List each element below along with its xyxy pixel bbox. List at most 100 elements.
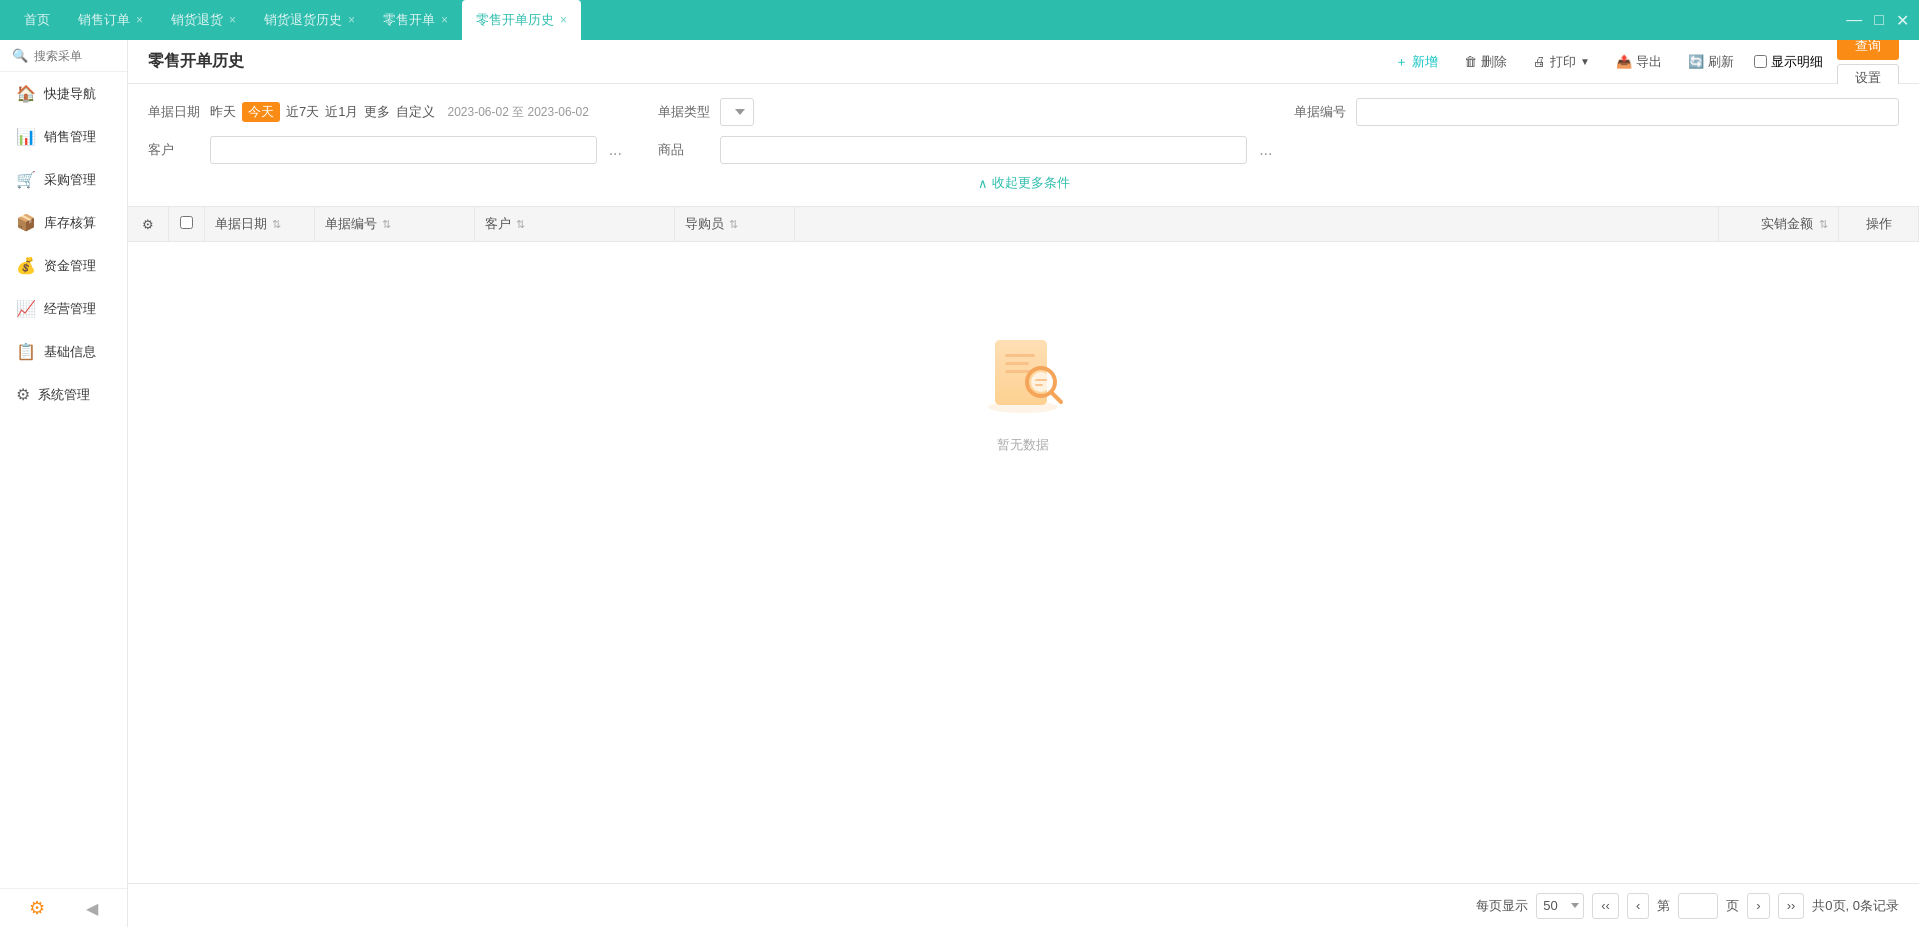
sidebar-item-label: 库存核算 bbox=[44, 214, 96, 232]
select-all-checkbox[interactable] bbox=[180, 216, 193, 229]
sidebar-item-label: 销售管理 bbox=[44, 128, 96, 146]
filter-doc-no: 单据编号 bbox=[1294, 98, 1900, 126]
filter-doc-type: 单据类型 bbox=[658, 98, 1264, 126]
query-button[interactable]: 查询 bbox=[1837, 40, 1899, 60]
svg-rect-9 bbox=[1035, 379, 1047, 381]
th-gear[interactable]: ⚙ bbox=[128, 207, 168, 242]
doc-type-label: 单据类型 bbox=[658, 103, 714, 121]
tab-retail-open-history-close[interactable]: × bbox=[560, 13, 567, 27]
gear-icon: ⚙ bbox=[142, 217, 154, 232]
total-info: 共0页, 0条记录 bbox=[1812, 897, 1899, 915]
doc-no-input[interactable] bbox=[1356, 98, 1900, 126]
sidebar-item-label: 经营管理 bbox=[44, 300, 96, 318]
shortcut-more[interactable]: 更多 bbox=[364, 103, 390, 121]
maximize-button[interactable]: □ bbox=[1874, 11, 1884, 29]
refresh-label: 刷新 bbox=[1708, 53, 1734, 71]
th-amount[interactable]: 实销金额 ⇅ bbox=[1719, 207, 1839, 242]
goods-pick-icon[interactable]: ... bbox=[1253, 141, 1278, 159]
sidebar-item-sys-mgmt[interactable]: ⚙ 系统管理 bbox=[0, 373, 127, 416]
doc-no-label: 单据编号 bbox=[1294, 103, 1350, 121]
minimize-button[interactable]: — bbox=[1846, 11, 1862, 29]
tab-retail-open[interactable]: 零售开单 × bbox=[369, 0, 462, 40]
sidebar-item-finance[interactable]: 💰 资金管理 bbox=[0, 244, 127, 287]
shortcut-today[interactable]: 今天 bbox=[242, 102, 280, 122]
goods-input[interactable] bbox=[720, 136, 1247, 164]
next-page-button[interactable]: › bbox=[1747, 893, 1769, 919]
page-size-select[interactable]: 10 20 50 100 bbox=[1536, 893, 1584, 919]
settings-icon[interactable]: ⚙ bbox=[29, 897, 45, 919]
first-page-button[interactable]: ‹‹ bbox=[1592, 893, 1619, 919]
th-customer[interactable]: 客户 ⇅ bbox=[474, 207, 674, 242]
tab-sales-order-close[interactable]: × bbox=[136, 13, 143, 27]
svg-line-8 bbox=[1051, 392, 1061, 402]
th-check[interactable] bbox=[168, 207, 204, 242]
filter-customer: 客户 ... bbox=[148, 136, 628, 164]
box-icon: 📦 bbox=[16, 213, 36, 232]
cart-icon: 🛒 bbox=[16, 170, 36, 189]
date-range: 2023-06-02 至 2023-06-02 bbox=[447, 104, 588, 121]
collapse-sidebar-icon[interactable]: ◀ bbox=[86, 899, 98, 918]
display-detail-checkbox[interactable] bbox=[1754, 55, 1767, 68]
shortcut-7days[interactable]: 近7天 bbox=[286, 103, 319, 121]
sort-amount-icon: ⇅ bbox=[1819, 218, 1828, 230]
money-icon: 💰 bbox=[16, 256, 36, 275]
tab-sales-return-history-close[interactable]: × bbox=[348, 13, 355, 27]
sidebar-item-inventory[interactable]: 📦 库存核算 bbox=[0, 201, 127, 244]
collapse-up-icon: ∧ bbox=[978, 176, 988, 191]
tab-sales-order[interactable]: 销售订单 × bbox=[64, 0, 157, 40]
export-button[interactable]: 📤 导出 bbox=[1610, 49, 1668, 75]
last-page-button[interactable]: ›› bbox=[1778, 893, 1805, 919]
print-dropdown-icon: ▼ bbox=[1580, 56, 1590, 67]
tab-retail-open-label: 零售开单 bbox=[383, 11, 435, 29]
display-detail-label: 显示明细 bbox=[1754, 53, 1823, 71]
delete-button[interactable]: 🗑 删除 bbox=[1458, 49, 1513, 75]
svg-point-7 bbox=[1031, 372, 1051, 392]
tab-retail-open-close[interactable]: × bbox=[441, 13, 448, 27]
doc-type-select[interactable] bbox=[720, 98, 754, 126]
sys-icon: ⚙ bbox=[16, 385, 30, 404]
tab-sales-return-label: 销货退货 bbox=[171, 11, 223, 29]
add-button[interactable]: ＋ 新增 bbox=[1389, 49, 1444, 75]
filter-row-1: 单据日期 昨天 今天 近7天 近1月 更多 自定义 2023-06-02 至 2… bbox=[148, 98, 1899, 126]
shortcut-custom[interactable]: 自定义 bbox=[396, 103, 435, 121]
sidebar: 🔍 🏠 快捷导航 📊 销售管理 🛒 采购管理 📦 库存核算 💰 资金管理 📈 经… bbox=[0, 40, 128, 927]
th-no[interactable]: 单据编号 ⇅ bbox=[314, 207, 474, 242]
th-date[interactable]: 单据日期 ⇅ bbox=[204, 207, 314, 242]
refresh-button[interactable]: 🔄 刷新 bbox=[1682, 49, 1740, 75]
tab-sales-return-close[interactable]: × bbox=[229, 13, 236, 27]
tab-retail-open-history[interactable]: 零售开单历史 × bbox=[462, 0, 581, 40]
sidebar-item-purchase-mgmt[interactable]: 🛒 采购管理 bbox=[0, 158, 127, 201]
goods-label: 商品 bbox=[658, 141, 714, 159]
tab-home[interactable]: 首页 bbox=[10, 0, 64, 40]
empty-illustration bbox=[973, 322, 1073, 422]
collapse-filter-bar[interactable]: ∧ 收起更多条件 bbox=[148, 174, 1899, 192]
sidebar-item-label: 采购管理 bbox=[44, 171, 96, 189]
sidebar-item-basic-info[interactable]: 📋 基础信息 bbox=[0, 330, 127, 373]
data-table: ⚙ 单据日期 ⇅ 单据编号 ⇅ bbox=[128, 207, 1919, 534]
search-input[interactable] bbox=[34, 49, 114, 63]
collapse-label: 收起更多条件 bbox=[992, 174, 1070, 192]
customer-input[interactable] bbox=[210, 136, 597, 164]
shortcut-yesterday[interactable]: 昨天 bbox=[210, 103, 236, 121]
current-page-input[interactable]: 1 bbox=[1678, 893, 1718, 919]
sidebar-item-label: 系统管理 bbox=[38, 386, 90, 404]
tab-sales-return-history[interactable]: 销货退货历史 × bbox=[250, 0, 369, 40]
shortcut-1month[interactable]: 近1月 bbox=[325, 103, 358, 121]
print-button[interactable]: 🖨 打印 ▼ bbox=[1527, 49, 1596, 75]
table-container: ⚙ 单据日期 ⇅ 单据编号 ⇅ bbox=[128, 207, 1919, 883]
sidebar-item-label: 基础信息 bbox=[44, 343, 96, 361]
prev-page-button[interactable]: ‹ bbox=[1627, 893, 1649, 919]
content-area: 零售开单历史 ＋ 新增 🗑 删除 🖨 打印 ▼ 📤 导出 bbox=[128, 40, 1919, 927]
filter-row-2: 客户 ... 商品 ... bbox=[148, 136, 1899, 164]
close-button[interactable]: ✕ bbox=[1896, 11, 1909, 30]
tab-bar: 首页 销售订单 × 销货退货 × 销货退货历史 × 零售开单 × 零售开单历史 … bbox=[0, 0, 1919, 40]
sidebar-search-area[interactable]: 🔍 bbox=[0, 40, 127, 72]
sidebar-item-quick-nav[interactable]: 🏠 快捷导航 bbox=[0, 72, 127, 115]
sidebar-item-operations[interactable]: 📈 经营管理 bbox=[0, 287, 127, 330]
empty-row: 暂无数据 bbox=[128, 242, 1919, 535]
th-guide[interactable]: 导购员 ⇅ bbox=[674, 207, 794, 242]
customer-pick-icon[interactable]: ... bbox=[603, 141, 628, 159]
sidebar-item-sales-mgmt[interactable]: 📊 销售管理 bbox=[0, 115, 127, 158]
tab-sales-return[interactable]: 销货退货 × bbox=[157, 0, 250, 40]
export-label: 导出 bbox=[1636, 53, 1662, 71]
